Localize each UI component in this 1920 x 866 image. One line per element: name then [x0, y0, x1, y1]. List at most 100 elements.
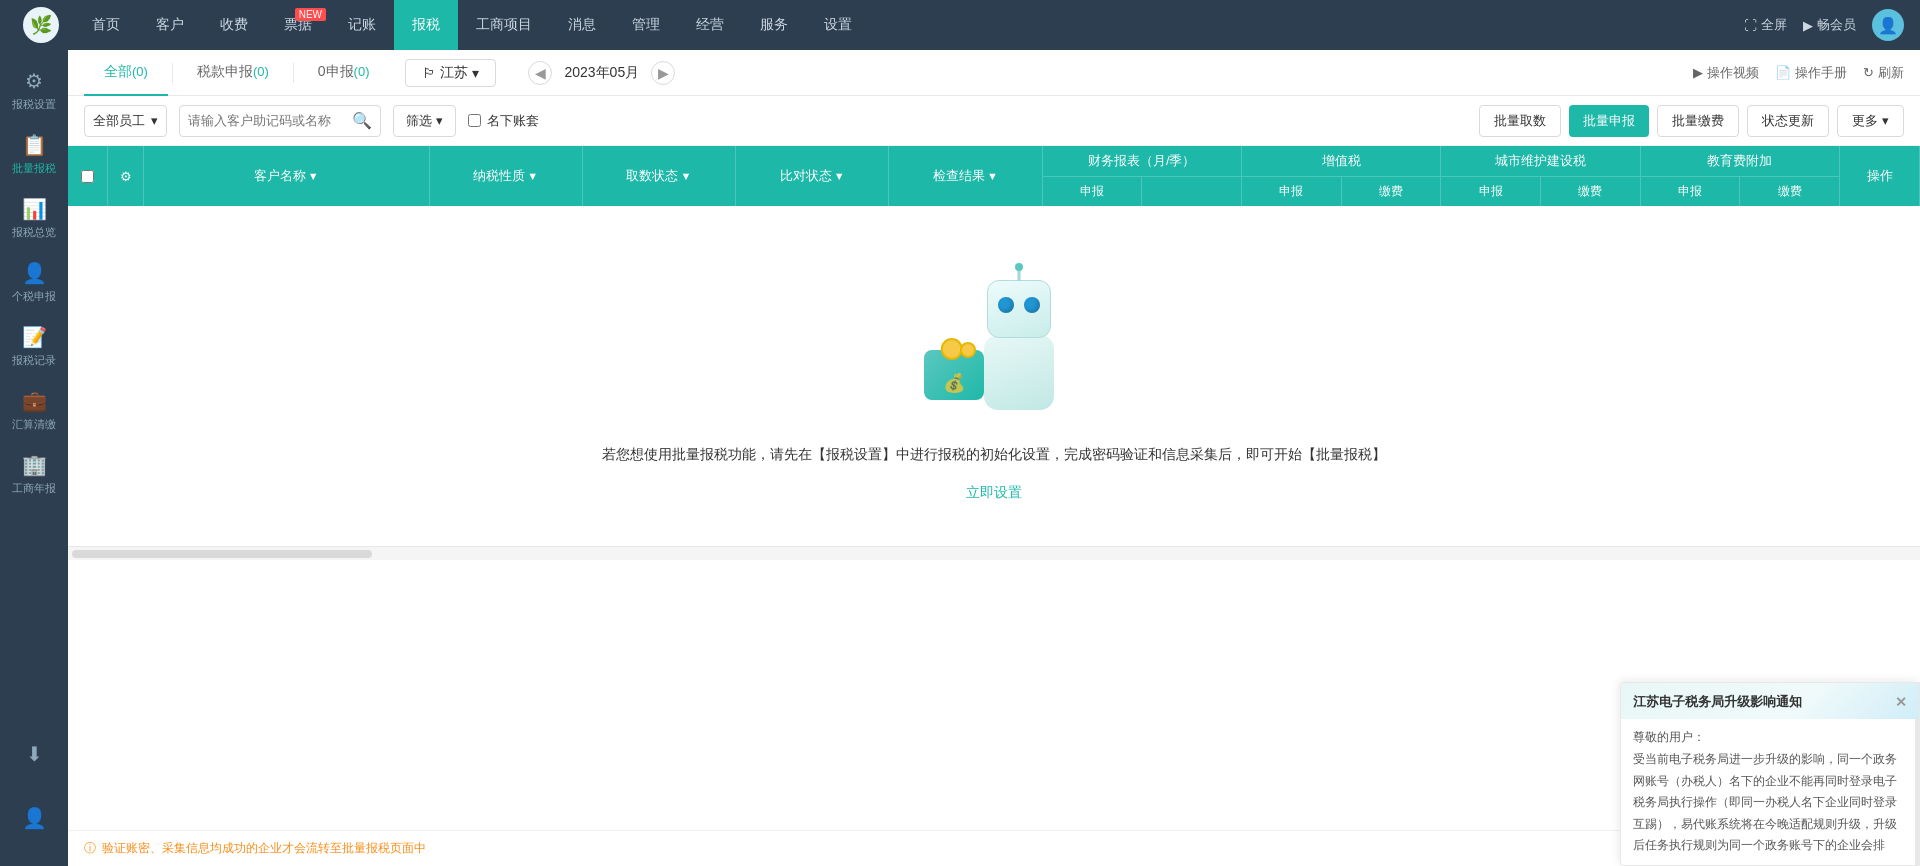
- logo-icon: 🌿: [23, 7, 59, 43]
- filter-button[interactable]: 筛选 ▾: [393, 105, 456, 137]
- robot-antenna-ball: [1015, 263, 1023, 271]
- table-header: ⚙ 客户名称 ▼ 纳税性质 ▼ 取数状态 ▼ 比对状态 ▼: [68, 146, 1920, 206]
- edu-group-label: 教育费附加: [1641, 146, 1839, 177]
- city-group-label: 城市维护建设税: [1441, 146, 1639, 177]
- city-sub-pay: 缴费: [1541, 177, 1640, 206]
- sidebar-user[interactable]: 👤: [0, 786, 68, 850]
- annual-icon: 🏢: [22, 453, 47, 477]
- filter-icon-compare: ▼: [834, 170, 845, 182]
- manual-icon: 📄: [1775, 65, 1791, 80]
- personal-icon: 👤: [22, 261, 47, 285]
- batch-declare-button[interactable]: 批量申报: [1569, 105, 1649, 137]
- nav-operation[interactable]: 经营: [678, 0, 742, 50]
- notification-body: 尊敬的用户： 受当前电子税务局进一步升级的影响，同一个政务网账号（办税人）名下的…: [1621, 719, 1919, 865]
- employee-select[interactable]: 全部员工 ▾: [84, 105, 167, 137]
- notification-title: 江苏电子税务局升级影响通知: [1633, 693, 1802, 711]
- nav-ticket[interactable]: 票据 NEW: [266, 0, 330, 50]
- batch-tax-icon: 📋: [22, 133, 47, 157]
- th-education-group: 教育费附加 申报 缴费: [1641, 146, 1840, 206]
- select-all-checkbox[interactable]: [81, 170, 94, 183]
- robot-torso: [984, 335, 1054, 410]
- nav-tax[interactable]: 报税: [394, 0, 458, 50]
- sidebar-item-batch-tax[interactable]: 📋 批量报税: [0, 122, 68, 186]
- tab-zero-declare[interactable]: 0申报 (0): [298, 50, 390, 96]
- notification-panel: 江苏电子税务局升级影响通知 ✕ 尊敬的用户： 受当前电子税务局进一步升级的影响，…: [1620, 682, 1920, 866]
- month-next-button[interactable]: ▶: [651, 61, 675, 85]
- scroll-hint[interactable]: [68, 546, 1920, 560]
- nav-manage[interactable]: 管理: [614, 0, 678, 50]
- edu-sub-declare: 申报: [1641, 177, 1741, 206]
- sidebar-item-personal-tax[interactable]: 👤 个税申报: [0, 250, 68, 314]
- region-selector[interactable]: 🏳 江苏 ▾: [405, 59, 496, 87]
- vip-button[interactable]: ▶ 畅会员: [1803, 16, 1856, 34]
- fullscreen-button[interactable]: ⛶ 全屏: [1744, 16, 1787, 34]
- new-badge: NEW: [295, 8, 326, 21]
- batch-pay-button[interactable]: 批量缴费: [1657, 105, 1739, 137]
- video-link[interactable]: ▶ 操作视频: [1693, 64, 1759, 82]
- chevron-down-icon: ▾: [472, 65, 479, 81]
- user-avatar[interactable]: 👤: [1872, 9, 1904, 41]
- tax-settings-icon: ⚙: [25, 69, 43, 93]
- tab-zero-count: (0): [354, 64, 370, 79]
- more-chevron-icon: ▾: [1882, 113, 1889, 128]
- th-operate: 操作: [1840, 146, 1920, 206]
- robot-eye-left: [998, 297, 1014, 313]
- th-compare-status: 比对状态 ▼: [736, 146, 889, 206]
- sidebar-item-tax-records[interactable]: 📝 报税记录: [0, 314, 68, 378]
- sidebar-download[interactable]: ⬇: [0, 722, 68, 786]
- nav-service[interactable]: 服务: [742, 0, 806, 50]
- status-update-button[interactable]: 状态更新: [1747, 105, 1829, 137]
- user-icon: 👤: [22, 806, 47, 830]
- more-button[interactable]: 更多 ▾: [1837, 105, 1904, 137]
- toolbar: 全部员工 ▾ 🔍 筛选 ▾ 名下账套 批量取数 批量申报 批量缴费 状态更新: [68, 96, 1920, 146]
- tab-tax-declare[interactable]: 税款申报 (0): [177, 50, 289, 96]
- robot-eye-right: [1024, 297, 1040, 313]
- sidebar-item-tax-overview[interactable]: 📊 报税总览: [0, 186, 68, 250]
- nav-message[interactable]: 消息: [550, 0, 614, 50]
- edu-sub-pay: 缴费: [1740, 177, 1839, 206]
- financial-group-subs: 申报: [1043, 177, 1241, 206]
- fullscreen-icon: ⛶: [1744, 18, 1757, 33]
- empty-main-text: 若您想使用批量报税功能，请先在【报税设置】中进行报税的初始化设置，完成密码验证和…: [602, 442, 1386, 467]
- nav-customer[interactable]: 客户: [138, 0, 202, 50]
- vat-sub-pay: 缴费: [1342, 177, 1441, 206]
- robot-illustration: 💰: [914, 270, 1074, 410]
- notification-close-button[interactable]: ✕: [1895, 694, 1907, 710]
- nav-right: ⛶ 全屏 ▶ 畅会员 👤: [1744, 9, 1904, 41]
- toolbar-right: 批量取数 批量申报 批量缴费 状态更新 更多 ▾: [1479, 105, 1904, 137]
- refresh-link[interactable]: ↻ 刷新: [1863, 64, 1904, 82]
- employee-label: 全部员工: [93, 112, 145, 130]
- bottom-bar-text: 验证账密、采集信息均成功的企业才会流转至批量报税页面中: [102, 840, 426, 857]
- th-customer-name: 客户名称 ▼: [144, 146, 430, 206]
- manual-link[interactable]: 📄 操作手册: [1775, 64, 1847, 82]
- nav-business[interactable]: 工商项目: [458, 0, 550, 50]
- batch-fetch-button[interactable]: 批量取数: [1479, 105, 1561, 137]
- robot-head: [987, 280, 1051, 338]
- sidebar-item-annual-report[interactable]: 🏢 工商年报: [0, 442, 68, 506]
- nav-settings[interactable]: 设置: [806, 0, 870, 50]
- vat-sub-declare: 申报: [1242, 177, 1342, 206]
- nav-accounting[interactable]: 记账: [330, 0, 394, 50]
- sidebar-item-settlement[interactable]: 💼 汇算清缴: [0, 378, 68, 442]
- th-financial-group: 财务报表（月/季） 申报: [1043, 146, 1242, 206]
- filter-icon-check: ▼: [987, 170, 998, 182]
- month-label: 2023年05月: [564, 64, 639, 82]
- nav-home[interactable]: 首页: [74, 0, 138, 50]
- sidebar: ⚙ 报税设置 📋 批量报税 📊 报税总览 👤 个税申报 📝 报税记录 💼 汇算清…: [0, 50, 68, 866]
- tab-all[interactable]: 全部 (0): [84, 50, 168, 96]
- notification-header: 江苏电子税务局升级影响通知 ✕: [1621, 683, 1919, 719]
- month-nav: ◀ 2023年05月 ▶: [528, 61, 675, 85]
- month-prev-button[interactable]: ◀: [528, 61, 552, 85]
- search-icon[interactable]: 🔍: [352, 111, 372, 130]
- nav-fee[interactable]: 收费: [202, 0, 266, 50]
- name-accounts-checkbox[interactable]: [468, 114, 481, 127]
- region-flag-icon: 🏳: [422, 65, 436, 81]
- th-tax-nature: 纳税性质 ▼: [430, 146, 583, 206]
- download-icon: ⬇: [26, 742, 43, 766]
- notification-scrollbar[interactable]: [1915, 719, 1919, 865]
- search-input[interactable]: [188, 113, 348, 128]
- setup-link[interactable]: 立即设置: [966, 484, 1022, 502]
- employee-dropdown-icon: ▾: [151, 113, 158, 128]
- sidebar-item-tax-settings[interactable]: ⚙ 报税设置: [0, 58, 68, 122]
- th-setting[interactable]: ⚙: [108, 146, 144, 206]
